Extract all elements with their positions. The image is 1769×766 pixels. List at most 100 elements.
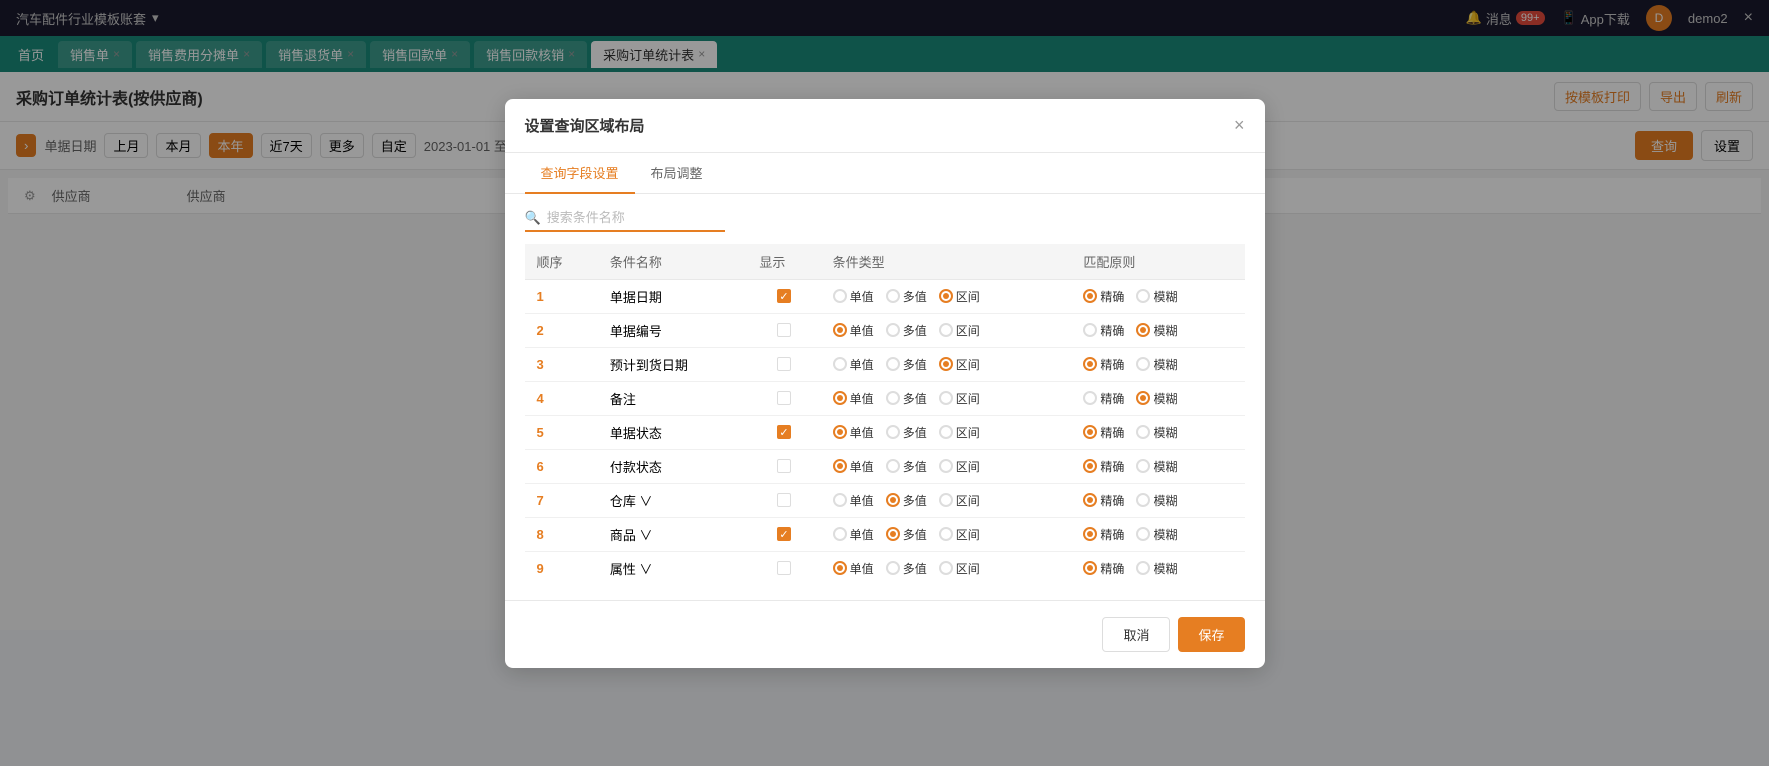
type-radio-区间[interactable]: 区间	[939, 560, 980, 577]
display-checkbox[interactable]	[777, 323, 791, 337]
match-radio-精确[interactable]: 精确	[1083, 492, 1124, 509]
row-type[interactable]: 单值多值区间	[821, 449, 1072, 483]
display-checkbox[interactable]: ✓	[777, 289, 791, 303]
type-radio-单值[interactable]: 单值	[833, 492, 874, 509]
type-radio-单值[interactable]: 单值	[833, 424, 874, 441]
match-radio-精确[interactable]: 精确	[1083, 390, 1124, 407]
match-radio-模糊[interactable]: 模糊	[1136, 526, 1177, 543]
type-radio-区间[interactable]: 区间	[939, 526, 980, 543]
row-type[interactable]: 单值多值区间	[821, 279, 1072, 313]
search-icon: 🔍	[525, 210, 541, 226]
row-display[interactable]	[747, 381, 820, 415]
row-match[interactable]: 精确模糊	[1071, 449, 1244, 483]
row-match[interactable]: 精确模糊	[1071, 551, 1244, 584]
row-type[interactable]: 单值多值区间	[821, 347, 1072, 381]
match-radio-精确[interactable]: 精确	[1083, 526, 1124, 543]
type-radio-多值[interactable]: 多值	[886, 424, 927, 441]
type-radio-区间[interactable]: 区间	[939, 356, 980, 373]
row-name: 单据状态	[598, 415, 748, 449]
match-radio-模糊[interactable]: 模糊	[1136, 322, 1177, 339]
display-checkbox[interactable]	[777, 391, 791, 405]
type-radio-单值[interactable]: 单值	[833, 526, 874, 543]
row-display[interactable]	[747, 551, 820, 584]
display-checkbox[interactable]	[777, 493, 791, 507]
row-match[interactable]: 精确模糊	[1071, 415, 1244, 449]
type-radio-单值[interactable]: 单值	[833, 560, 874, 577]
modal-tab-layout[interactable]: 布局调整	[635, 153, 719, 194]
type-radio-单值[interactable]: 单值	[833, 390, 874, 407]
type-radio-区间[interactable]: 区间	[939, 492, 980, 509]
row-match[interactable]: 精确模糊	[1071, 381, 1244, 415]
match-radio-精确[interactable]: 精确	[1083, 458, 1124, 475]
match-radio-模糊[interactable]: 模糊	[1136, 424, 1177, 441]
type-radio-多值[interactable]: 多值	[886, 492, 927, 509]
match-radio-模糊[interactable]: 模糊	[1136, 560, 1177, 577]
type-radio-多值[interactable]: 多值	[886, 356, 927, 373]
type-radio-区间[interactable]: 区间	[939, 458, 980, 475]
type-radio-区间[interactable]: 区间	[939, 390, 980, 407]
row-display[interactable]: ✓	[747, 415, 820, 449]
table-row: 2单据编号单值多值区间精确模糊	[525, 313, 1245, 347]
type-radio-多值[interactable]: 多值	[886, 526, 927, 543]
row-type[interactable]: 单值多值区间	[821, 517, 1072, 551]
config-table-scroll[interactable]: 顺序 条件名称 显示 条件类型 匹配原则 1单据日期✓单值多值区间精确模糊2单据…	[525, 244, 1245, 584]
type-radio-区间[interactable]: 区间	[939, 424, 980, 441]
match-radio-模糊[interactable]: 模糊	[1136, 390, 1177, 407]
match-radio-精确[interactable]: 精确	[1083, 424, 1124, 441]
type-radio-区间[interactable]: 区间	[939, 288, 980, 305]
type-radio-多值[interactable]: 多值	[886, 390, 927, 407]
row-type[interactable]: 单值多值区间	[821, 313, 1072, 347]
display-checkbox[interactable]: ✓	[777, 527, 791, 541]
table-row: 5单据状态✓单值多值区间精确模糊	[525, 415, 1245, 449]
search-bar: 🔍	[525, 210, 725, 232]
row-match[interactable]: 精确模糊	[1071, 313, 1244, 347]
match-radio-模糊[interactable]: 模糊	[1136, 356, 1177, 373]
row-display[interactable]	[747, 347, 820, 381]
row-name: 单据日期	[598, 279, 748, 313]
type-radio-单值[interactable]: 单值	[833, 458, 874, 475]
save-button[interactable]: 保存	[1178, 617, 1244, 652]
modal-dialog: 设置查询区域布局 × 查询字段设置 布局调整 🔍 顺序 条件名称	[505, 99, 1265, 668]
type-radio-多值[interactable]: 多值	[886, 288, 927, 305]
row-display[interactable]	[747, 483, 820, 517]
match-radio-精确[interactable]: 精确	[1083, 560, 1124, 577]
row-type[interactable]: 单值多值区间	[821, 381, 1072, 415]
type-radio-单值[interactable]: 单值	[833, 322, 874, 339]
col-display: 显示	[747, 244, 820, 280]
display-checkbox[interactable]	[777, 459, 791, 473]
type-radio-区间[interactable]: 区间	[939, 322, 980, 339]
row-type[interactable]: 单值多值区间	[821, 483, 1072, 517]
match-radio-精确[interactable]: 精确	[1083, 322, 1124, 339]
row-type[interactable]: 单值多值区间	[821, 551, 1072, 584]
modal-close-btn[interactable]: ×	[1234, 115, 1245, 136]
row-display[interactable]: ✓	[747, 517, 820, 551]
row-display[interactable]	[747, 313, 820, 347]
row-display[interactable]	[747, 449, 820, 483]
row-type[interactable]: 单值多值区间	[821, 415, 1072, 449]
row-name: 预计到货日期	[598, 347, 748, 381]
cancel-button[interactable]: 取消	[1102, 617, 1170, 652]
row-match[interactable]: 精确模糊	[1071, 279, 1244, 313]
display-checkbox[interactable]: ✓	[777, 425, 791, 439]
type-radio-多值[interactable]: 多值	[886, 322, 927, 339]
row-match[interactable]: 精确模糊	[1071, 517, 1244, 551]
type-radio-多值[interactable]: 多值	[886, 458, 927, 475]
display-checkbox[interactable]	[777, 357, 791, 371]
type-radio-单值[interactable]: 单值	[833, 288, 874, 305]
type-radio-多值[interactable]: 多值	[886, 560, 927, 577]
modal-tab-fields[interactable]: 查询字段设置	[525, 153, 635, 194]
match-radio-模糊[interactable]: 模糊	[1136, 492, 1177, 509]
match-radio-精确[interactable]: 精确	[1083, 356, 1124, 373]
row-name: 属性 ∨	[598, 551, 748, 584]
match-radio-精确[interactable]: 精确	[1083, 288, 1124, 305]
row-match[interactable]: 精确模糊	[1071, 483, 1244, 517]
row-display[interactable]: ✓	[747, 279, 820, 313]
match-radio-模糊[interactable]: 模糊	[1136, 458, 1177, 475]
row-match[interactable]: 精确模糊	[1071, 347, 1244, 381]
display-checkbox[interactable]	[777, 561, 791, 575]
search-input[interactable]	[547, 210, 725, 225]
modal-overlay[interactable]: 设置查询区域布局 × 查询字段设置 布局调整 🔍 顺序 条件名称	[0, 0, 1769, 766]
match-radio-模糊[interactable]: 模糊	[1136, 288, 1177, 305]
type-radio-单值[interactable]: 单值	[833, 356, 874, 373]
modal-footer: 取消 保存	[505, 600, 1265, 668]
